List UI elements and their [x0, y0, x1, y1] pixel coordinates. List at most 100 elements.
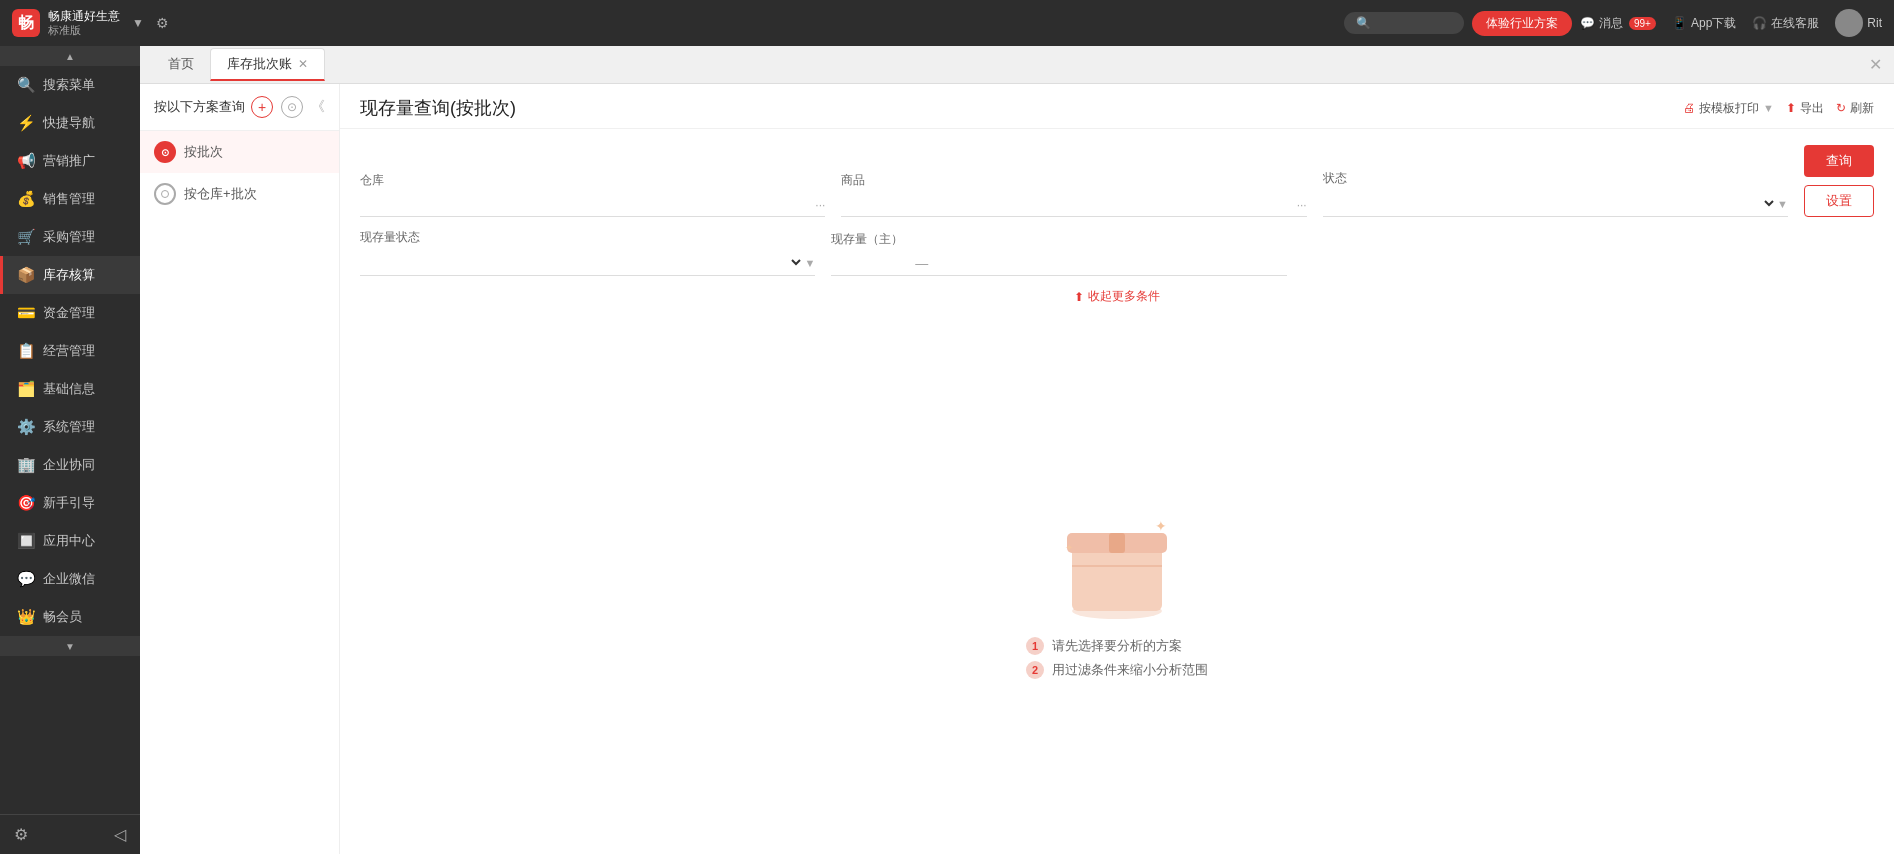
collapse-more-conditions[interactable]: ⬆ 收起更多条件: [360, 284, 1874, 309]
inventory-main-range-wrap: —: [831, 252, 1286, 276]
online-service-action[interactable]: 🎧 在线客服: [1752, 15, 1819, 32]
product-input[interactable]: [841, 197, 1292, 212]
settings-icon[interactable]: ⚙: [156, 15, 169, 31]
empty-hint-1: 1 请先选择要分析的方案: [1026, 637, 1208, 655]
sidebar-label: 系统管理: [43, 418, 95, 436]
sidebar-item-inventory[interactable]: 📦 库存核算: [0, 256, 140, 294]
search-icon: 🔍: [1356, 16, 1371, 30]
message-action[interactable]: 💬 消息 99+: [1580, 15, 1656, 32]
export-btn[interactable]: ⬆ 导出: [1786, 100, 1824, 117]
tab-batch[interactable]: 库存批次账 ✕: [210, 48, 325, 81]
app-logo: 畅: [12, 9, 40, 37]
print-icon: 🖨: [1683, 101, 1695, 115]
sidebar-item-quicknav[interactable]: ⚡ 快捷导航: [0, 104, 140, 142]
scheme-item-batch[interactable]: ⊙ 按批次: [140, 131, 339, 173]
panel-header-label: 按以下方案查询: [154, 98, 245, 116]
purchase-icon: 🛒: [17, 228, 35, 246]
sidebar-item-purchase[interactable]: 🛒 采购管理: [0, 218, 140, 256]
close-page-icon[interactable]: ✕: [1869, 55, 1882, 74]
status-label: 状态: [1323, 170, 1788, 187]
trial-btn[interactable]: 体验行业方案: [1472, 11, 1572, 36]
sidebar-item-search[interactable]: 🔍 搜索菜单: [0, 66, 140, 104]
headset-icon: 🎧: [1752, 16, 1767, 30]
sidebar-item-newguide[interactable]: 🎯 新手引导: [0, 484, 140, 522]
scheme-item-warehouse-batch[interactable]: 按仓库+批次: [140, 173, 339, 215]
export-icon: ⬆: [1786, 101, 1796, 115]
message-icon: 💬: [1580, 16, 1595, 30]
filter-product: 商品 ···: [841, 172, 1306, 217]
top-search-bar[interactable]: 🔍: [1344, 12, 1464, 34]
filter-inventory-status: 现存量状态 ▼: [360, 229, 815, 276]
sidebar-label: 畅会员: [43, 608, 82, 626]
page-title: 现存量查询(按批次): [360, 96, 516, 120]
query-button[interactable]: 查询: [1804, 145, 1874, 177]
sidebar-item-corp[interactable]: 🏢 企业协同: [0, 446, 140, 484]
scheme-add-btn[interactable]: +: [251, 96, 273, 118]
sidebar-label: 企业协同: [43, 456, 95, 474]
warehouse-label: 仓库: [360, 172, 825, 189]
left-panel: 按以下方案查询 + ⊙ 《 ⊙ 按批次 按仓库+批次: [140, 84, 340, 854]
sidebar-label: 企业微信: [43, 570, 95, 588]
warehouse-more-icon[interactable]: ···: [815, 198, 825, 212]
page-content: 按以下方案查询 + ⊙ 《 ⊙ 按批次 按仓库+批次: [140, 84, 1894, 854]
product-input-wrap: ···: [841, 193, 1306, 217]
apps-icon: 🔲: [17, 532, 35, 550]
sales-icon: 💰: [17, 190, 35, 208]
filter-inventory-main: 现存量（主） —: [831, 231, 1286, 276]
sidebar-label: 资金管理: [43, 304, 95, 322]
refresh-icon: ↻: [1836, 101, 1846, 115]
sidebar-label: 销售管理: [43, 190, 95, 208]
sidebar-item-sales[interactable]: 💰 销售管理: [0, 180, 140, 218]
tab-close-icon[interactable]: ✕: [298, 57, 308, 71]
inventory-status-select[interactable]: [360, 254, 804, 271]
scheme-setting-btn[interactable]: ⊙: [281, 96, 303, 118]
marketing-icon: 📢: [17, 152, 35, 170]
sidebar-item-marketing[interactable]: 📢 营销推广: [0, 142, 140, 180]
sidebar-label: 库存核算: [43, 266, 95, 284]
inventory-main-from[interactable]: [831, 256, 911, 271]
hint-num-2: 2: [1026, 661, 1044, 679]
inventory-main-to[interactable]: [932, 256, 1012, 271]
sidebar-item-finance[interactable]: 💳 资金管理: [0, 294, 140, 332]
scheme-label: 按仓库+批次: [184, 185, 257, 203]
print-btn[interactable]: 🖨 按模板打印 ▼: [1683, 100, 1774, 117]
status-select[interactable]: [1323, 195, 1777, 212]
sidebar-scroll-up[interactable]: ▲: [0, 46, 140, 66]
collapse-sidebar-icon[interactable]: ◁: [114, 825, 126, 844]
sidebar-item-apps[interactable]: 🔲 应用中心: [0, 522, 140, 560]
tab-home[interactable]: 首页: [152, 49, 210, 81]
user-avatar-action[interactable]: Rit: [1835, 9, 1882, 37]
sidebar-label: 经营管理: [43, 342, 95, 360]
sidebar-item-member[interactable]: 👑 畅会员: [0, 598, 140, 636]
system-icon: ⚙️: [17, 418, 35, 436]
top-bar: 畅 畅康通好生意 标准版 ▼ ⚙ 🔍 体验行业方案 💬 消息 99+ 📱 App…: [0, 0, 1894, 46]
sidebar-item-basic[interactable]: 🗂️ 基础信息: [0, 370, 140, 408]
app-title: 畅康通好生意: [48, 9, 120, 23]
sidebar-label: 快捷导航: [43, 114, 95, 132]
sidebar-item-wechat[interactable]: 💬 企业微信: [0, 560, 140, 598]
empty-state: ✦ ✦ 1 请先选择要分析的方案 2 用过滤条件来缩小分析范围: [340, 325, 1894, 854]
product-more-icon[interactable]: ···: [1297, 198, 1307, 212]
sidebar-item-business[interactable]: 📋 经营管理: [0, 332, 140, 370]
top-actions: 💬 消息 99+ 📱 App下载 🎧 在线客服 Rit: [1580, 9, 1882, 37]
wechat-icon: 💬: [17, 570, 35, 588]
sidebar-label: 采购管理: [43, 228, 95, 246]
sidebar-label: 搜索菜单: [43, 76, 95, 94]
sidebar-item-system[interactable]: ⚙️ 系统管理: [0, 408, 140, 446]
status-chevron-icon: ▼: [1777, 198, 1788, 210]
warehouse-input[interactable]: [360, 197, 811, 212]
content-area: 首页 库存批次账 ✕ ✕ 按以下方案查询 + ⊙ 《: [140, 46, 1894, 854]
product-label: 商品: [841, 172, 1306, 189]
scheme-gray-icon: [154, 183, 176, 205]
svg-rect-1: [1072, 546, 1162, 611]
sidebar-label: 应用中心: [43, 532, 95, 550]
app-download-action[interactable]: 📱 App下载: [1672, 15, 1736, 32]
refresh-btn[interactable]: ↻ 刷新: [1836, 100, 1874, 117]
settings-button[interactable]: 设置: [1804, 185, 1874, 217]
svg-text:✦: ✦: [1065, 542, 1073, 553]
settings-bottom-icon[interactable]: ⚙: [14, 825, 28, 844]
print-chevron-icon: ▼: [1763, 102, 1774, 114]
panel-collapse-icon[interactable]: 《: [311, 98, 325, 116]
sidebar-scroll-down[interactable]: ▼: [0, 636, 140, 656]
inventory-icon: 📦: [17, 266, 35, 284]
